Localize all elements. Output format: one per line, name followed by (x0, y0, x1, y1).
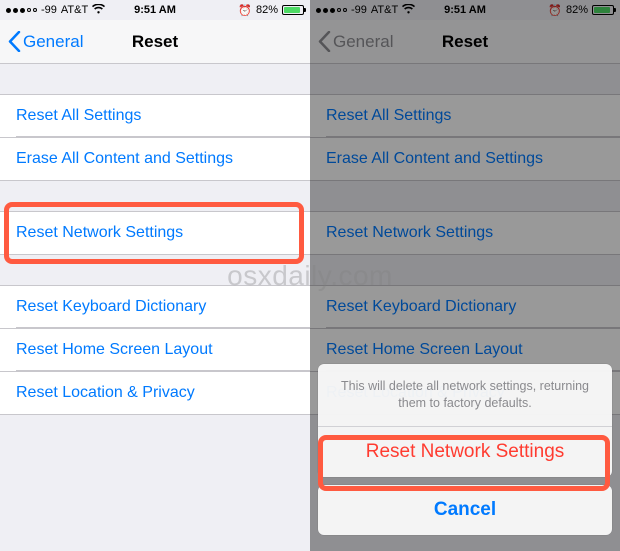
back-button[interactable]: General (8, 31, 83, 52)
status-bar: -99 AT&T 9:51 AM ⏰ 82% (0, 0, 310, 20)
screen-right: -99 AT&T 9:51 AM ⏰ 82% General Reset Res… (310, 0, 620, 551)
sheet-confirm-button[interactable]: Reset Network Settings (318, 427, 612, 477)
screen-left: -99 AT&T 9:51 AM ⏰ 82% General Reset Res… (0, 0, 310, 551)
signal-dots-icon (6, 8, 37, 13)
group-1: Reset All Settings Erase All Content and… (0, 94, 310, 181)
action-sheet: This will delete all network settings, r… (318, 364, 612, 543)
reset-keyboard-dictionary[interactable]: Reset Keyboard Dictionary (0, 286, 310, 328)
wifi-icon (92, 4, 105, 17)
chevron-left-icon (8, 31, 21, 52)
reset-all-settings[interactable]: Reset All Settings (0, 95, 310, 137)
alarm-icon: ⏰ (238, 4, 252, 17)
nav-bar: General Reset (0, 20, 310, 64)
battery-icon (282, 5, 304, 15)
signal-strength: -99 (41, 4, 57, 16)
group-2: Reset Network Settings (0, 211, 310, 255)
reset-home-screen-layout[interactable]: Reset Home Screen Layout (0, 328, 310, 371)
group-3: Reset Keyboard Dictionary Reset Home Scr… (0, 285, 310, 415)
battery-pct: 82% (256, 4, 278, 16)
back-label: General (23, 32, 83, 52)
page-title: Reset (132, 32, 178, 52)
sheet-cancel-button[interactable]: Cancel (318, 485, 612, 535)
reset-network-settings[interactable]: Reset Network Settings (0, 212, 310, 254)
erase-all-content[interactable]: Erase All Content and Settings (0, 137, 310, 180)
reset-location-privacy[interactable]: Reset Location & Privacy (0, 371, 310, 414)
clock: 9:51 AM (134, 4, 176, 16)
sheet-message: This will delete all network settings, r… (318, 364, 612, 427)
carrier-name: AT&T (61, 4, 88, 16)
